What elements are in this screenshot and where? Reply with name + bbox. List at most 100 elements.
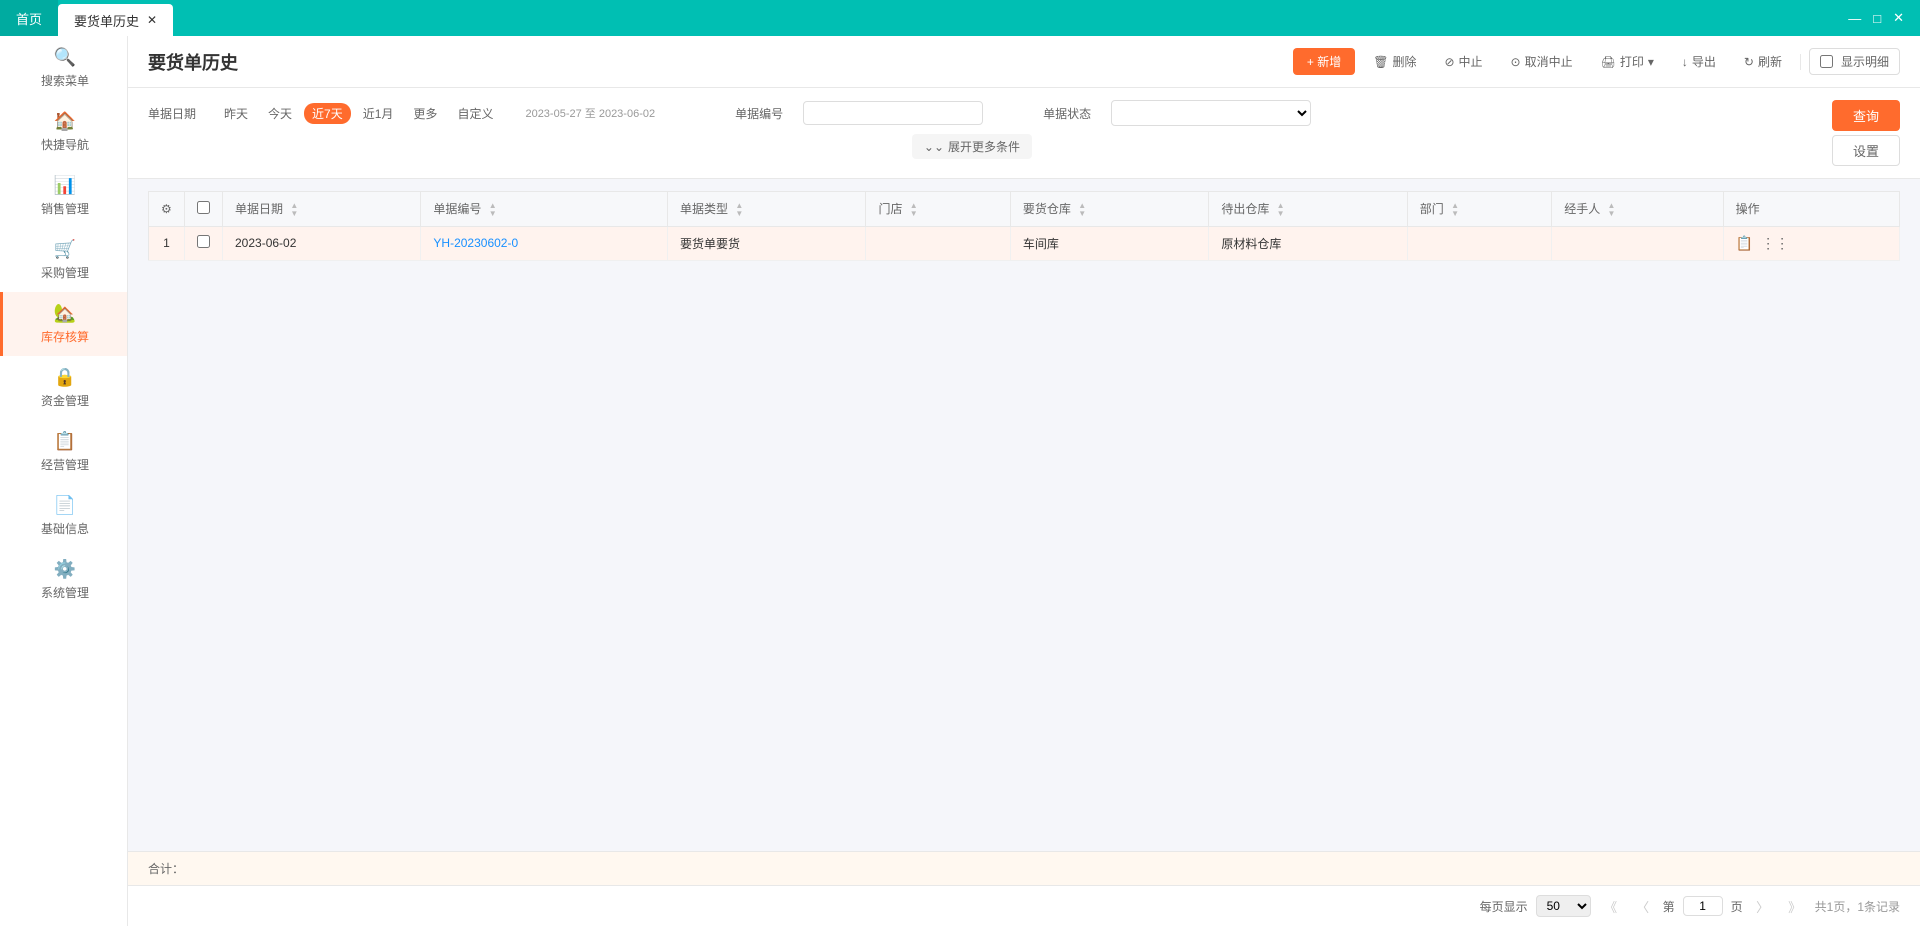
table-container: ⚙ 单据日期 ▲▼ 单据编号 ▲▼ 单据类型 ▲▼ bbox=[128, 179, 1920, 851]
display-detail-checkbox[interactable] bbox=[1820, 55, 1833, 68]
page-number-input[interactable] bbox=[1683, 896, 1723, 916]
refresh-icon: ↻ bbox=[1744, 55, 1754, 69]
sidebar-item-system[interactable]: ⚙️ 系统管理 bbox=[0, 548, 127, 612]
stop-button[interactable]: ⊘ 中止 bbox=[1434, 49, 1492, 74]
doc-no-label: 单据编号 bbox=[735, 105, 783, 122]
th-doc-no[interactable]: 单据编号 ▲▼ bbox=[421, 192, 668, 227]
sidebar-item-sales[interactable]: 📊 销售管理 bbox=[0, 164, 127, 228]
main-layout: 🔍 搜索菜单 🏠 快捷导航 📊 销售管理 🛒 采购管理 🏡 库存核算 🔒 资金管… bbox=[0, 36, 1920, 926]
sidebar-item-inventory[interactable]: 🏡 库存核算 bbox=[0, 292, 127, 356]
doc-no-input[interactable] bbox=[803, 101, 983, 125]
cancel-stop-button[interactable]: ⊙ 取消中止 bbox=[1501, 49, 1583, 74]
window-minimize[interactable]: — bbox=[1848, 11, 1861, 26]
th-handler[interactable]: 经手人 ▲▼ bbox=[1552, 192, 1723, 227]
query-button[interactable]: 查询 bbox=[1832, 100, 1900, 131]
sort-icon-doc-no: ▲▼ bbox=[489, 202, 497, 218]
toolbar: + 新增 🗑 删除 ⊘ 中止 ⊙ 取消中止 🖨 打 bbox=[1293, 48, 1900, 75]
sidebar-item-basic-info[interactable]: 📄 基础信息 bbox=[0, 484, 127, 548]
settings-button[interactable]: 设置 bbox=[1832, 135, 1900, 166]
sidebar-item-ops[interactable]: 📋 经营管理 bbox=[0, 420, 127, 484]
sidebar-item-ops-label: 经营管理 bbox=[41, 456, 89, 473]
row-operations: 📋 ⋮⋮ bbox=[1723, 226, 1899, 260]
page-size-label: 每页显示 bbox=[1480, 898, 1528, 915]
row-checkbox[interactable] bbox=[197, 235, 210, 248]
date-btn-more[interactable]: 更多 bbox=[405, 103, 445, 124]
th-department[interactable]: 部门 ▲▼ bbox=[1407, 192, 1551, 227]
select-all-checkbox[interactable] bbox=[197, 201, 210, 214]
sidebar-item-inventory-label: 库存核算 bbox=[41, 328, 89, 345]
date-btn-7days[interactable]: 近7天 bbox=[304, 103, 351, 124]
sidebar-item-sales-label: 销售管理 bbox=[41, 200, 89, 217]
row-doc-date: 2023-06-02 bbox=[223, 226, 421, 260]
doc-no-link[interactable]: YH-20230602-0 bbox=[433, 236, 518, 250]
display-detail-button[interactable]: 显示明细 bbox=[1809, 48, 1900, 75]
prev-page-button[interactable]: 〈 bbox=[1631, 894, 1655, 918]
row-req-warehouse: 车间库 bbox=[1010, 226, 1208, 260]
row-edit-button[interactable]: 📋 bbox=[1736, 235, 1753, 252]
th-req-warehouse[interactable]: 要货仓库 ▲▼ bbox=[1010, 192, 1208, 227]
sidebar-item-quick-nav[interactable]: 🏠 快捷导航 bbox=[0, 100, 127, 164]
sidebar-item-search-menu[interactable]: 🔍 搜索菜单 bbox=[0, 36, 127, 100]
table-row: 1 2023-06-02 YH-20230602-0 要货单要货 车间库 原材料… bbox=[149, 226, 1900, 260]
export-button[interactable]: ↓ 导出 bbox=[1672, 49, 1726, 74]
sidebar-item-quicknav-label: 快捷导航 bbox=[41, 136, 89, 153]
th-pending-warehouse[interactable]: 待出仓库 ▲▼ bbox=[1209, 192, 1407, 227]
row-checkbox-cell[interactable] bbox=[185, 226, 223, 260]
delete-button[interactable]: 🗑 删除 bbox=[1363, 49, 1426, 74]
tab-close-icon[interactable]: ✕ bbox=[147, 13, 157, 27]
date-btn-yesterday[interactable]: 昨天 bbox=[216, 103, 256, 124]
basic-info-icon: 📄 bbox=[54, 495, 76, 516]
th-doc-type-label: 单据类型 bbox=[680, 202, 728, 216]
date-btn-custom[interactable]: 自定义 bbox=[449, 103, 501, 124]
th-checkbox[interactable] bbox=[185, 192, 223, 227]
system-icon: ⚙️ bbox=[54, 559, 76, 580]
page-unit: 页 bbox=[1731, 898, 1743, 915]
print-button[interactable]: 🖨 打印 ▾ bbox=[1591, 49, 1664, 74]
page-label: 第 bbox=[1663, 898, 1675, 915]
first-page-button[interactable]: 《 bbox=[1599, 894, 1623, 918]
th-operation-label: 操作 bbox=[1736, 202, 1760, 216]
next-page-button[interactable]: 〉 bbox=[1751, 894, 1775, 918]
tab-requisition-label: 要货单历史 bbox=[74, 11, 139, 30]
quick-nav-icon: 🏠 bbox=[54, 111, 76, 132]
page-title-row: 要货单历史 + 新增 🗑 删除 ⊘ 中止 ⊙ 取消中止 bbox=[148, 48, 1900, 75]
th-settings[interactable]: ⚙ bbox=[149, 192, 185, 227]
cancel-stop-label: 取消中止 bbox=[1525, 53, 1573, 70]
tab-home[interactable]: 首页 bbox=[0, 0, 58, 36]
pagination-bar: 每页显示 50 100 《 〈 第 页 〉 》 共1页，1条记录 bbox=[128, 885, 1920, 926]
sidebar-item-finance[interactable]: 🔒 资金管理 bbox=[0, 356, 127, 420]
sidebar-item-purchase[interactable]: 🛒 采购管理 bbox=[0, 228, 127, 292]
date-btn-today[interactable]: 今天 bbox=[260, 103, 300, 124]
toolbar-divider bbox=[1800, 54, 1801, 70]
refresh-button[interactable]: ↻ 刷新 bbox=[1734, 49, 1792, 74]
window-maximize[interactable]: □ bbox=[1873, 11, 1881, 26]
inventory-icon: 🏡 bbox=[54, 303, 76, 324]
th-doc-type[interactable]: 单据类型 ▲▼ bbox=[668, 192, 866, 227]
table-footer: 合计： bbox=[128, 851, 1920, 885]
th-store[interactable]: 门店 ▲▼ bbox=[866, 192, 1010, 227]
date-filter-buttons: 昨天 今天 近7天 近1月 更多 自定义 bbox=[216, 103, 501, 124]
th-doc-date[interactable]: 单据日期 ▲▼ bbox=[223, 192, 421, 227]
page-title: 要货单历史 bbox=[148, 49, 238, 75]
expand-label: 展开更多条件 bbox=[948, 138, 1020, 155]
row-department bbox=[1407, 226, 1551, 260]
date-filter-label: 单据日期 bbox=[148, 105, 196, 122]
doc-status-select[interactable] bbox=[1111, 100, 1311, 126]
tab-requisition-history[interactable]: 要货单历史 ✕ bbox=[58, 4, 173, 36]
th-operation: 操作 bbox=[1723, 192, 1899, 227]
date-btn-1month[interactable]: 近1月 bbox=[355, 103, 402, 124]
last-page-button[interactable]: 》 bbox=[1783, 894, 1807, 918]
filter-actions: 查询 设置 bbox=[1832, 100, 1900, 166]
row-delete-button[interactable]: ⋮⋮ bbox=[1761, 235, 1789, 252]
print-icon: 🖨 bbox=[1601, 55, 1616, 69]
window-close[interactable]: ✕ bbox=[1893, 10, 1904, 26]
new-button[interactable]: + 新增 bbox=[1293, 48, 1355, 75]
stop-label: 中止 bbox=[1459, 53, 1483, 70]
delete-icon: 🗑 bbox=[1373, 55, 1388, 69]
row-doc-no[interactable]: YH-20230602-0 bbox=[421, 226, 668, 260]
delete-label: 删除 bbox=[1392, 53, 1416, 70]
th-department-label: 部门 bbox=[1420, 202, 1444, 216]
date-range-text: 2023-05-27 至 2023-06-02 bbox=[525, 105, 655, 121]
page-size-select[interactable]: 50 100 bbox=[1536, 895, 1591, 917]
expand-filter-button[interactable]: ⌄⌄ 展开更多条件 bbox=[912, 134, 1032, 159]
